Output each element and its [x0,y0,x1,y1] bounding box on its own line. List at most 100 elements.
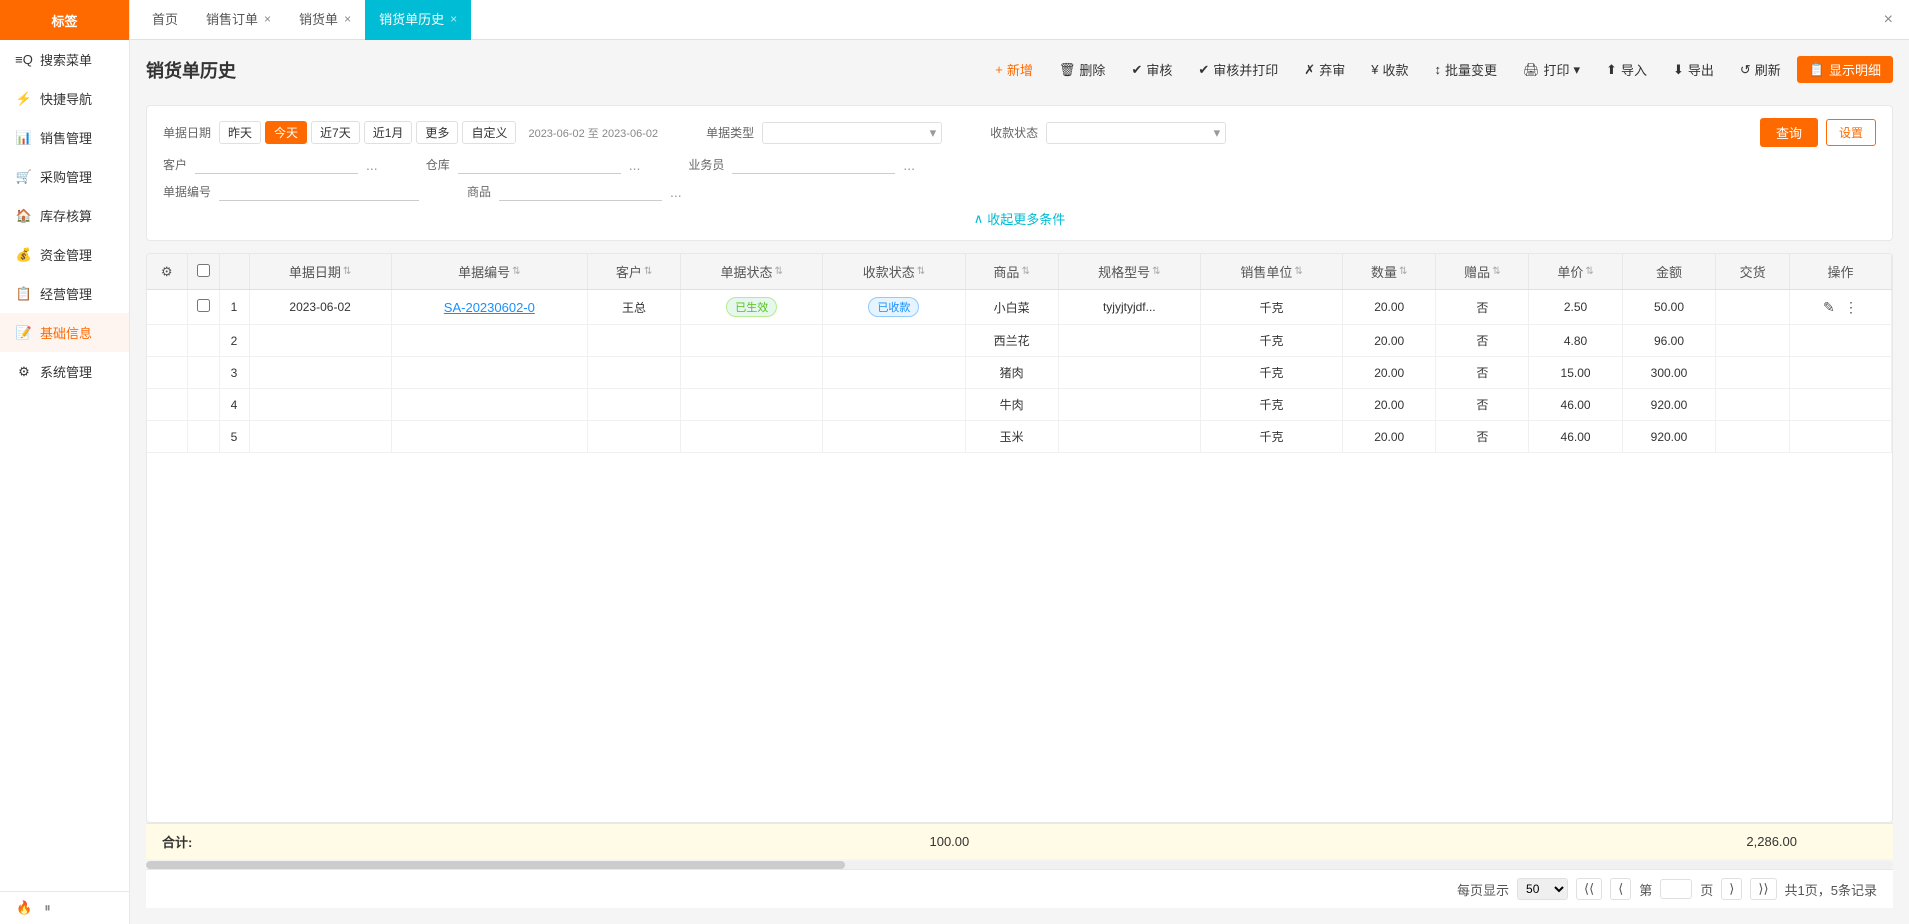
settings-icon[interactable]: ⚙ [161,264,173,279]
warehouse-input[interactable] [458,155,621,174]
warehouse-more-dots[interactable]: ... [629,157,641,173]
th-checkbox [187,254,219,290]
date-btn-1month[interactable]: 近1月 [364,121,413,144]
sidebar-item-base-info[interactable]: 📝 基础信息 [0,313,129,352]
next-page-button[interactable]: ⟩ [1721,878,1742,900]
th-trade: 交货 [1716,254,1790,290]
sort-gift[interactable]: 赠品 ⇅ [1464,262,1500,281]
sidebar-item-purchase-mgmt[interactable]: 🛒 采购管理 [0,157,129,196]
sort-doc-no[interactable]: 单据编号 ⇅ [458,262,520,281]
th-unit-price[interactable]: 单价 ⇅ [1529,254,1622,290]
th-receipt-status[interactable]: 收款状态 ⇅ [823,254,965,290]
tab-sales-order[interactable]: 销售订单 × [192,0,285,40]
th-gift[interactable]: 赠品 ⇅ [1436,254,1529,290]
print-button[interactable]: 🖨 打印 ▾ [1513,56,1590,83]
th-doc-date[interactable]: 单据日期 ⇅ [249,254,391,290]
th-settings[interactable]: ⚙ [147,254,187,290]
date-btn-more[interactable]: 更多 [416,121,458,144]
footer-total-label: 合计: [162,832,192,851]
new-button[interactable]: + 新增 [985,56,1043,83]
sidebar-fire-icon[interactable]: 🔥 [16,900,32,916]
sort-doc-date[interactable]: 单据日期 ⇅ [289,262,351,281]
page-size-select[interactable]: 20 50 100 [1517,878,1568,900]
sidebar-item-quick-nav[interactable]: ⚡ 快捷导航 [0,79,129,118]
page-number-input[interactable]: 1 [1660,879,1692,899]
sort-doc-date-icon: ⇅ [343,266,351,277]
sidebar-item-stock-calc[interactable]: 🏠 库存核算 [0,196,129,235]
audit-button[interactable]: ✔ 审核 [1121,56,1182,83]
sales-icon: 📊 [16,130,32,146]
cell-unit-price: 2.50 [1529,290,1622,325]
settings-button[interactable]: 设置 [1826,119,1876,146]
th-doc-status[interactable]: 单据状态 ⇅ [681,254,823,290]
sidebar-item-ops-mgmt[interactable]: 📋 经营管理 [0,274,129,313]
date-btn-today[interactable]: 今天 [265,121,307,144]
import-button[interactable]: ⬆ 导入 [1596,56,1657,83]
sort-qty[interactable]: 数量 ⇅ [1371,262,1407,281]
tab-sales-history-close[interactable]: × [450,12,457,26]
th-customer[interactable]: 客户 ⇅ [587,254,680,290]
sidebar-item-search-menu[interactable]: ≡Q 搜索菜单 [0,40,129,79]
receipt-status-select[interactable] [1046,122,1226,144]
date-btn-custom[interactable]: 自定义 [462,121,516,144]
delete-button[interactable]: 🗑 删除 [1049,56,1116,83]
tab-sales-goods[interactable]: 销货单 × [285,0,365,40]
table-head: ⚙ 单据日期 ⇅ [147,254,1892,290]
tab-sales-history[interactable]: 销货单历史 × [365,0,471,40]
horizontal-scrollbar[interactable] [146,861,1893,869]
sort-doc-status[interactable]: 单据状态 ⇅ [721,262,783,281]
row-checkbox[interactable] [197,299,210,312]
more-icon[interactable]: ⋮ [1841,299,1861,315]
sidebar-item-sys-mgmt[interactable]: ⚙ 系统管理 [0,352,129,391]
show-detail-button[interactable]: 📋 显示明细 [1797,56,1893,83]
th-goods[interactable]: 商品 ⇅ [965,254,1058,290]
customer-input[interactable] [195,155,358,174]
salesperson-input[interactable] [732,155,895,174]
tab-sales-order-close[interactable]: × [264,12,271,26]
refresh-button[interactable]: ↺ 刷新 [1730,56,1791,83]
sort-receipt-status[interactable]: 收款状态 ⇅ [863,262,925,281]
customer-more-dots[interactable]: ... [366,157,378,173]
sidebar-item-sales-mgmt[interactable]: 📊 销售管理 [0,118,129,157]
print-icon: 🖨 [1523,62,1540,78]
th-doc-no[interactable]: 单据编号 ⇅ [391,254,587,290]
tab-home[interactable]: 首页 [138,0,192,40]
collapse-filter-button[interactable]: ∧ 收起更多条件 [163,209,1876,228]
prev-page-button[interactable]: ⟨ [1610,878,1631,900]
tab-close-all-button[interactable]: × [1876,11,1901,29]
date-btn-yesterday[interactable]: 昨天 [219,121,261,144]
sidebar-pause-icon[interactable]: ⏸ [44,900,51,916]
goods-more-dots[interactable]: ... [670,184,682,200]
audit-print-button[interactable]: ✔ 审核并打印 [1188,56,1288,83]
th-qty[interactable]: 数量 ⇅ [1343,254,1436,290]
receipt-button[interactable]: ¥ 收款 [1361,56,1418,83]
last-page-button[interactable]: ⟩⟩ [1750,878,1776,900]
query-button[interactable]: 查询 [1760,118,1818,147]
sidebar-item-label: 销售管理 [40,128,92,147]
sort-spec[interactable]: 规格型号 ⇅ [1098,262,1160,281]
sort-goods[interactable]: 商品 ⇅ [993,262,1029,281]
sort-unit-price[interactable]: 单价 ⇅ [1557,262,1593,281]
sort-customer[interactable]: 客户 ⇅ [616,262,652,281]
select-all-checkbox[interactable] [197,264,210,277]
sort-unit[interactable]: 销售单位 ⇅ [1240,262,1302,281]
tab-sales-goods-close[interactable]: × [344,12,351,26]
date-btn-7days[interactable]: 近7天 [311,121,360,144]
th-spec[interactable]: 规格型号 ⇅ [1058,254,1200,290]
doc-type-select[interactable] [762,122,942,144]
sidebar-item-label: 快捷导航 [40,89,92,108]
goods-input[interactable] [499,182,662,201]
edit-icon[interactable]: ✎ [1820,299,1838,315]
export-button[interactable]: ⬇ 导出 [1663,56,1724,83]
base-info-icon: 📝 [16,325,32,341]
sidebar-item-label: 库存核算 [40,206,92,225]
batch-change-button[interactable]: ↕ 批量变更 [1424,56,1507,83]
sidebar-item-finance-mgmt[interactable]: 💰 资金管理 [0,235,129,274]
salesperson-more-dots[interactable]: ... [903,157,915,173]
doc-no-link[interactable]: SA-20230602-0 [444,300,535,315]
first-page-button[interactable]: ⟨⟨ [1576,878,1602,900]
stock-icon: 🏠 [16,208,32,224]
th-unit[interactable]: 销售单位 ⇅ [1200,254,1342,290]
abandon-button[interactable]: ✗ 弃审 [1294,56,1355,83]
doc-no-input[interactable] [219,182,419,201]
